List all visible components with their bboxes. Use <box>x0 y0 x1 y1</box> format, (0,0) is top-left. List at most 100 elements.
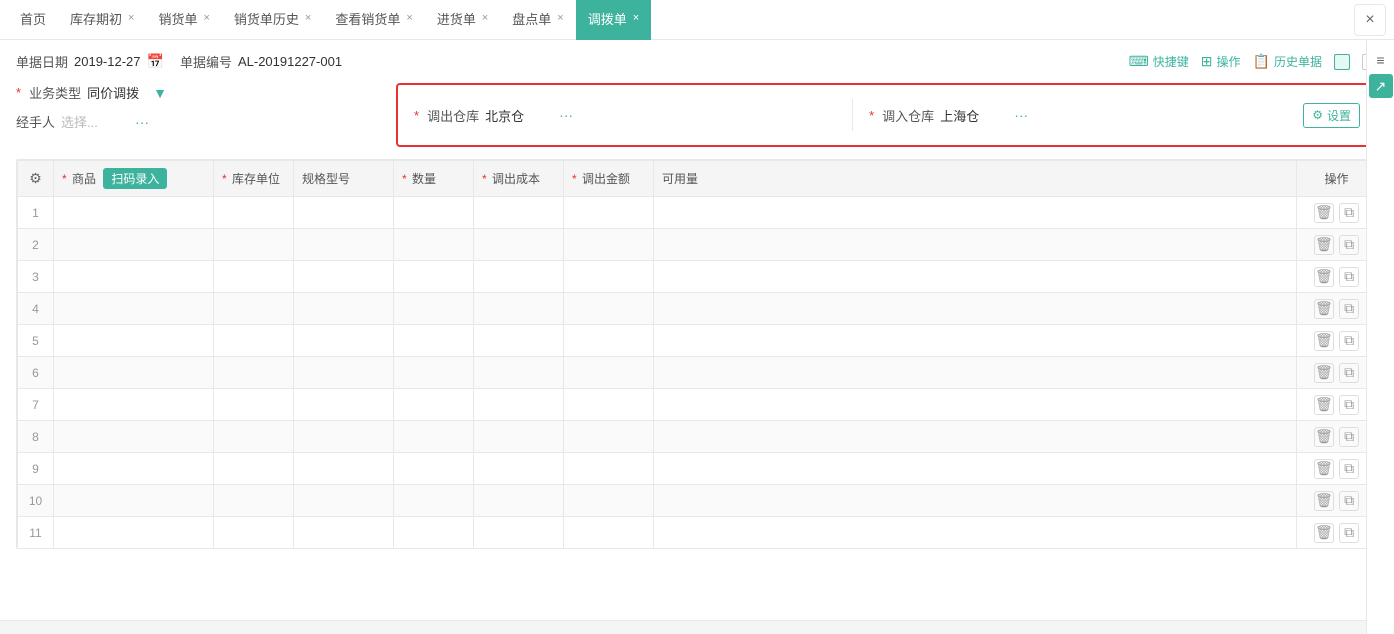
delete-icon[interactable]: 🗑 <box>1314 235 1334 255</box>
row-quantity-cell[interactable] <box>394 453 474 485</box>
delete-icon[interactable]: 🗑 <box>1314 363 1334 383</box>
tab-purchase-order[interactable]: 进货单 × <box>425 0 500 40</box>
tab-sales-history-close[interactable]: × <box>305 13 311 24</box>
row-amount-cell[interactable] <box>564 389 654 421</box>
row-product-cell[interactable] <box>54 421 214 453</box>
row-cost-cell[interactable] <box>474 485 564 517</box>
row-cost-cell[interactable] <box>474 453 564 485</box>
row-cost-cell[interactable] <box>474 261 564 293</box>
history-action[interactable]: 📋 历史单据 <box>1253 53 1322 70</box>
tab-sales-order-close[interactable]: × <box>203 13 209 24</box>
tab-stocktake-close[interactable]: × <box>557 13 563 24</box>
copy-icon[interactable]: ⧉ <box>1339 267 1359 287</box>
delete-icon[interactable]: 🗑 <box>1314 267 1334 287</box>
row-quantity-cell[interactable] <box>394 197 474 229</box>
row-spec-cell[interactable] <box>294 357 394 389</box>
row-unit-cell[interactable] <box>214 293 294 325</box>
handler-more-btn[interactable]: ··· <box>135 114 149 130</box>
row-spec-cell[interactable] <box>294 261 394 293</box>
row-unit-cell[interactable] <box>214 229 294 261</box>
tab-inventory-init-close[interactable]: × <box>128 13 134 24</box>
business-type-value[interactable]: 同价调拨 <box>87 83 147 102</box>
row-amount-cell[interactable] <box>564 261 654 293</box>
row-cost-cell[interactable] <box>474 421 564 453</box>
row-amount-cell[interactable] <box>564 325 654 357</box>
row-amount-cell[interactable] <box>564 357 654 389</box>
row-product-cell[interactable] <box>54 229 214 261</box>
row-available-cell[interactable] <box>654 453 1297 485</box>
copy-icon[interactable]: ⧉ <box>1339 363 1359 383</box>
row-amount-cell[interactable] <box>564 293 654 325</box>
operation-action[interactable]: ⊞ 操作 <box>1201 53 1241 70</box>
row-spec-cell[interactable] <box>294 453 394 485</box>
row-spec-cell[interactable] <box>294 421 394 453</box>
copy-icon[interactable]: ⧉ <box>1339 299 1359 319</box>
row-available-cell[interactable] <box>654 421 1297 453</box>
row-product-cell[interactable] <box>54 389 214 421</box>
tab-inventory-init[interactable]: 库存期初 × <box>58 0 146 40</box>
row-amount-cell[interactable] <box>564 485 654 517</box>
delete-icon[interactable]: 🗑 <box>1314 203 1334 223</box>
tab-purchase-order-close[interactable]: × <box>482 13 488 24</box>
handler-placeholder[interactable]: 选择... <box>61 112 121 131</box>
row-unit-cell[interactable] <box>214 517 294 549</box>
tab-sales-order[interactable]: 销货单 × <box>146 0 221 40</box>
row-spec-cell[interactable] <box>294 389 394 421</box>
row-cost-cell[interactable] <box>474 357 564 389</box>
row-unit-cell[interactable] <box>214 325 294 357</box>
row-unit-cell[interactable] <box>214 389 294 421</box>
row-spec-cell[interactable] <box>294 197 394 229</box>
row-available-cell[interactable] <box>654 389 1297 421</box>
row-available-cell[interactable] <box>654 357 1297 389</box>
row-quantity-cell[interactable] <box>394 325 474 357</box>
row-available-cell[interactable] <box>654 197 1297 229</box>
delete-icon[interactable]: 🗑 <box>1314 427 1334 447</box>
row-spec-cell[interactable] <box>294 485 394 517</box>
settings-button[interactable]: ⚙ 设置 <box>1303 103 1360 128</box>
row-cost-cell[interactable] <box>474 197 564 229</box>
row-product-cell[interactable] <box>54 293 214 325</box>
row-quantity-cell[interactable] <box>394 389 474 421</box>
row-unit-cell[interactable] <box>214 485 294 517</box>
tab-home[interactable]: 首页 <box>8 0 58 40</box>
delete-icon[interactable]: 🗑 <box>1314 523 1334 543</box>
row-product-cell[interactable] <box>54 357 214 389</box>
row-cost-cell[interactable] <box>474 293 564 325</box>
row-available-cell[interactable] <box>654 229 1297 261</box>
copy-icon[interactable]: ⧉ <box>1339 331 1359 351</box>
tab-view-sales-close[interactable]: × <box>406 13 412 24</box>
transfer-out-more-btn[interactable]: ··· <box>559 107 573 123</box>
sidebar-export-icon[interactable]: ↗ <box>1369 74 1393 98</box>
sidebar-list-icon[interactable]: ≡ <box>1369 48 1393 72</box>
row-product-cell[interactable] <box>54 453 214 485</box>
row-product-cell[interactable] <box>54 485 214 517</box>
copy-icon[interactable]: ⧉ <box>1339 459 1359 479</box>
gear-icon[interactable]: ⚙ <box>26 170 45 187</box>
shortcut-action[interactable]: ⌨ 快捷键 <box>1129 53 1189 70</box>
copy-icon[interactable]: ⧉ <box>1339 523 1359 543</box>
delete-icon[interactable]: 🗑 <box>1314 459 1334 479</box>
row-amount-cell[interactable] <box>564 421 654 453</box>
tab-sales-history[interactable]: 销货单历史 × <box>222 0 323 40</box>
row-quantity-cell[interactable] <box>394 229 474 261</box>
row-quantity-cell[interactable] <box>394 485 474 517</box>
row-available-cell[interactable] <box>654 517 1297 549</box>
row-quantity-cell[interactable] <box>394 357 474 389</box>
scan-button[interactable]: 扫码录入 <box>103 168 167 189</box>
tab-view-sales[interactable]: 查看销货单 × <box>323 0 424 40</box>
tab-transfer[interactable]: 调拨单 × <box>576 0 651 40</box>
tab-bar-close-button[interactable]: × <box>1354 4 1386 36</box>
row-available-cell[interactable] <box>654 485 1297 517</box>
row-spec-cell[interactable] <box>294 517 394 549</box>
copy-icon[interactable]: ⧉ <box>1339 427 1359 447</box>
delete-icon[interactable]: 🗑 <box>1314 491 1334 511</box>
row-available-cell[interactable] <box>654 261 1297 293</box>
copy-icon[interactable]: ⧉ <box>1339 395 1359 415</box>
row-cost-cell[interactable] <box>474 517 564 549</box>
row-cost-cell[interactable] <box>474 389 564 421</box>
row-amount-cell[interactable] <box>564 229 654 261</box>
transfer-in-more-btn[interactable]: ··· <box>1014 107 1028 123</box>
row-cost-cell[interactable] <box>474 229 564 261</box>
row-product-cell[interactable] <box>54 197 214 229</box>
copy-icon[interactable]: ⧉ <box>1339 491 1359 511</box>
